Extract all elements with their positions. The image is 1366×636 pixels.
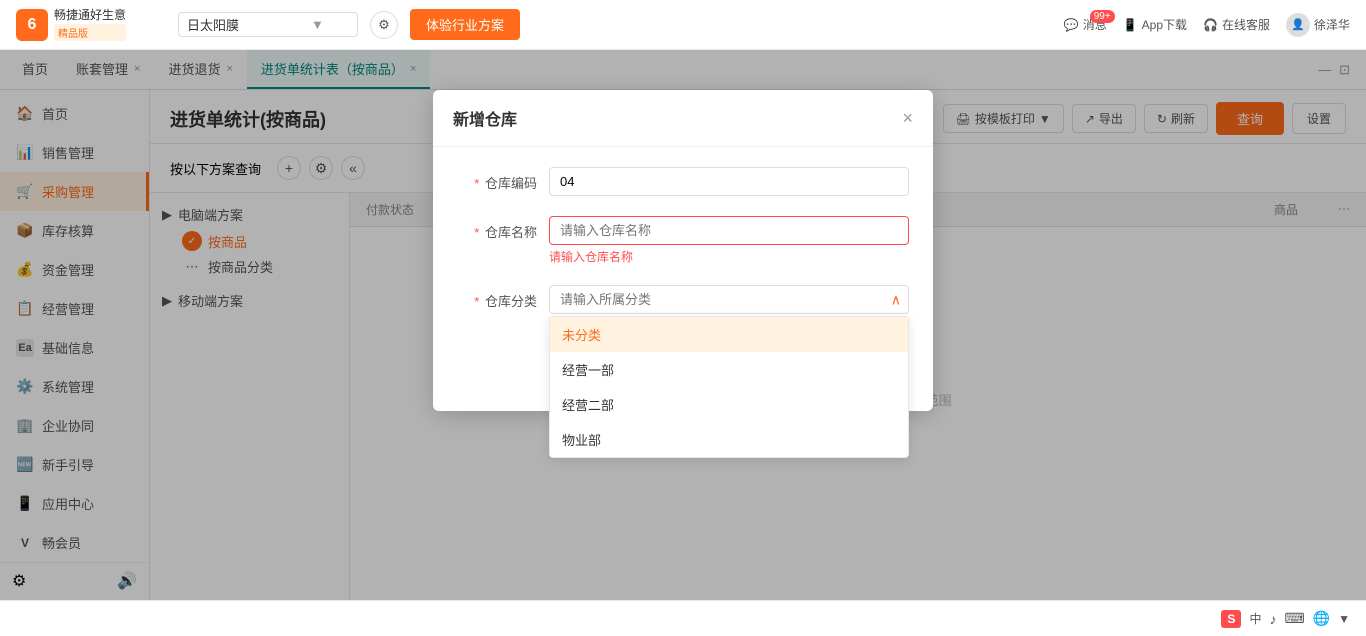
online-service-label: 在线客服	[1222, 16, 1270, 33]
sound-icon[interactable]: ♪	[1269, 611, 1276, 627]
category-label: * 仓库分类	[457, 285, 537, 310]
code-input[interactable]	[549, 167, 909, 196]
top-header: 6 畅捷通好生意 精品版 ▼ ⚙ 体验行业方案 💬 消息 99+ 📱 App下载…	[0, 0, 1366, 50]
code-control	[549, 167, 909, 196]
modal-body: * 仓库编码 * 仓库名称 请输入仓库名称	[433, 147, 933, 354]
app-download-label: App下载	[1142, 16, 1187, 33]
dropdown-arrow-icon: ▼	[311, 17, 324, 32]
logo-text: 畅捷通好生意	[54, 8, 126, 24]
bottom-bar: S 中 ♪ ⌨ 🌐 ▼	[0, 600, 1366, 636]
modal-close-button[interactable]: ×	[902, 108, 913, 129]
dropdown-option-property[interactable]: 物业部	[550, 422, 908, 457]
code-label: * 仓库编码	[457, 167, 537, 192]
try-industry-button[interactable]: 体验行业方案	[410, 9, 520, 40]
form-row-name: * 仓库名称 请输入仓库名称	[457, 216, 909, 265]
dropdown-option-dept1[interactable]: 经营一部	[550, 352, 908, 387]
dropdown-option-unclassified[interactable]: 未分类	[550, 317, 908, 352]
category-dropdown: 未分类 经营一部 经营二部 物业部	[549, 316, 909, 458]
username-label: 徐泽华	[1314, 16, 1350, 33]
form-row-category: * 仓库分类 ∧ 未分类 经营一部 经营二部 物业部	[457, 285, 909, 314]
bottom-icons: S 中 ♪ ⌨ 🌐 ▼	[1221, 610, 1350, 628]
name-required-star: *	[474, 225, 479, 240]
modal-dialog: 新增仓库 × * 仓库编码 * 仓库名称	[433, 90, 933, 411]
dropdown-option-dept2[interactable]: 经营二部	[550, 387, 908, 422]
logo-icon: 6	[16, 9, 48, 41]
category-required-star: *	[474, 294, 479, 309]
message-item[interactable]: 💬 消息 99+	[1064, 16, 1107, 33]
user-avatar-icon: 👤	[1286, 13, 1310, 37]
form-row-code: * 仓库编码	[457, 167, 909, 196]
name-label: * 仓库名称	[457, 216, 537, 241]
logo-area: 6 畅捷通好生意 精品版	[16, 8, 166, 41]
modal-overlay: 新增仓库 × * 仓库编码 * 仓库名称	[0, 50, 1366, 600]
category-control: ∧ 未分类 经营一部 经营二部 物业部	[549, 285, 909, 314]
modal-title: 新增仓库	[453, 106, 517, 130]
keyboard-icon[interactable]: ⌨	[1284, 610, 1304, 627]
app-download-item[interactable]: 📱 App下载	[1123, 16, 1187, 33]
message-icon: 💬	[1064, 18, 1079, 32]
search-input[interactable]	[187, 17, 307, 32]
required-star: *	[474, 176, 479, 191]
message-badge: 99+	[1090, 10, 1115, 23]
logo-badge: 精品版	[54, 24, 126, 41]
search-area[interactable]: ▼	[178, 12, 358, 37]
network-icon[interactable]: 🌐	[1313, 610, 1330, 627]
expand-icon[interactable]: ▼	[1338, 612, 1350, 626]
mobile-icon: 📱	[1123, 18, 1138, 32]
sogou-logo: S	[1221, 610, 1241, 628]
category-select-wrapper: ∧	[549, 285, 909, 314]
header-right: 💬 消息 99+ 📱 App下载 🎧 在线客服 👤 徐泽华	[1064, 13, 1350, 37]
settings-icon[interactable]: ⚙	[370, 11, 398, 39]
name-error-msg: 请输入仓库名称	[549, 248, 909, 265]
user-item[interactable]: 👤 徐泽华	[1286, 13, 1350, 37]
name-control: 请输入仓库名称	[549, 216, 909, 265]
headset-icon: 🎧	[1203, 18, 1218, 32]
chinese-input-label[interactable]: 中	[1249, 610, 1261, 627]
category-input[interactable]	[549, 285, 909, 314]
modal-header: 新增仓库 ×	[433, 90, 933, 147]
online-service-item[interactable]: 🎧 在线客服	[1203, 16, 1270, 33]
name-input[interactable]	[549, 216, 909, 245]
